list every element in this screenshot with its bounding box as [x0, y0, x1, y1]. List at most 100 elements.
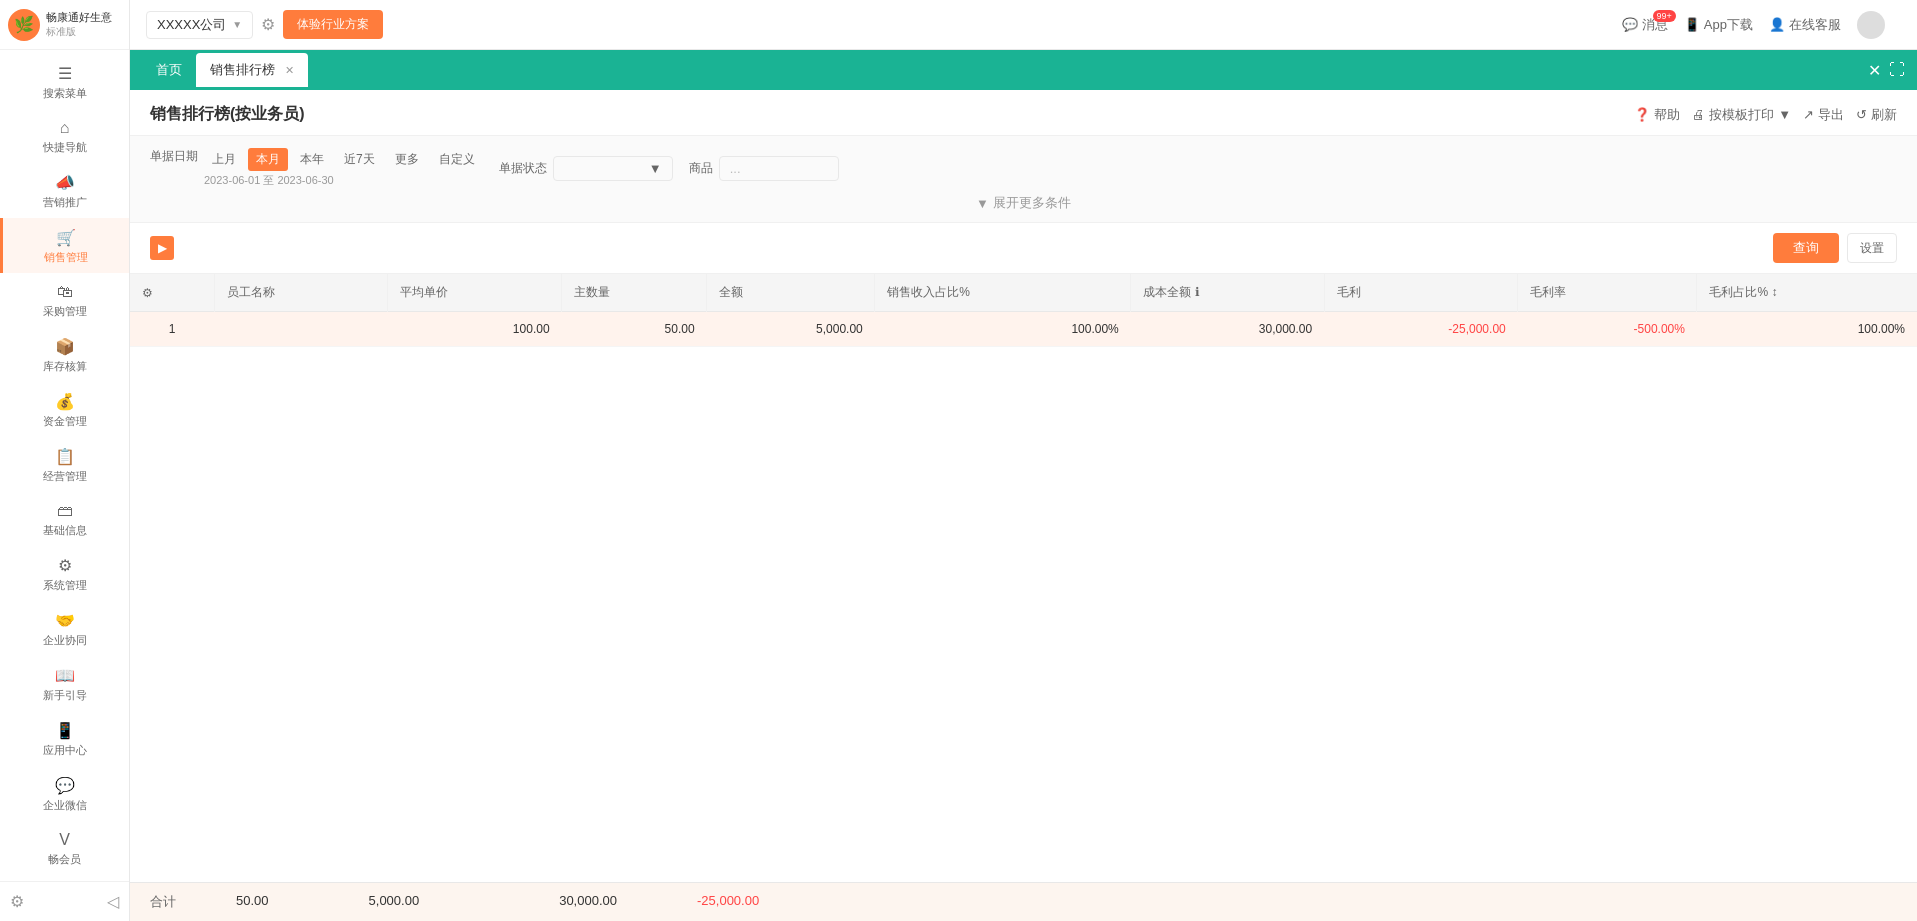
- message-badge: 99+: [1653, 10, 1676, 22]
- cell-index: 1: [130, 312, 214, 347]
- table-container: ⚙ 员工名称 平均单价 主数量 全额 销售收入占比% 成本全额 ℹ 毛利 毛利率…: [130, 274, 1917, 882]
- sidebar-item-guide[interactable]: 📖 新手引导: [0, 656, 129, 711]
- app-download-area[interactable]: 📱 App下载: [1684, 16, 1753, 34]
- company-selector[interactable]: XXXXX公司 ▼: [146, 11, 253, 39]
- sidebar-item-member[interactable]: V 畅会员: [0, 821, 129, 875]
- help-button[interactable]: ❓ 帮助: [1634, 106, 1680, 124]
- status-filter-label: 单据状态: [499, 160, 547, 177]
- date-tab-more[interactable]: 更多: [387, 148, 427, 171]
- cell-avg-price: 100.00: [388, 312, 562, 347]
- tab-sales-ranking-label: 销售排行榜: [210, 61, 275, 79]
- sidebar-item-search[interactable]: ☰ 搜索菜单: [0, 54, 129, 109]
- filter-row: 单据日期 上月 本月 本年 近7天 更多 自定义 2023-06-01 至 20…: [150, 148, 1897, 188]
- message-icon: 💬: [1622, 17, 1638, 32]
- col-name: 员工名称: [214, 274, 388, 312]
- goods-filter: 商品 ...: [689, 156, 839, 181]
- collapse-icon[interactable]: ◁: [107, 892, 119, 911]
- cell-total: 5,000.00: [707, 312, 875, 347]
- action-bar-right: 查询 设置: [1773, 233, 1897, 263]
- sidebar-item-enterprise[interactable]: 🤝 企业协同: [0, 601, 129, 656]
- page-header: 销售排行榜(按业务员) ❓ 帮助 🖨 按模板打印 ▼ ↗ 导出: [130, 90, 1917, 136]
- print-dropdown-arrow: ▼: [1778, 107, 1791, 122]
- system-nav-icon: ⚙: [58, 556, 72, 575]
- footer-label: 合计: [150, 893, 176, 911]
- trial-button[interactable]: 体验行业方案: [283, 10, 383, 39]
- system-nav-label: 系统管理: [43, 578, 87, 593]
- sidebar-item-purchase[interactable]: 🛍 采购管理: [0, 273, 129, 327]
- apps-nav-label: 应用中心: [43, 743, 87, 758]
- topbar-right: 💬 消息 99+ 📱 App下载 👤 在线客服: [1622, 11, 1901, 39]
- date-tab-7days[interactable]: 近7天: [336, 148, 383, 171]
- sidebar-item-weixin[interactable]: 💬 企业微信: [0, 766, 129, 821]
- guide-nav-icon: 📖: [55, 666, 75, 685]
- refresh-button[interactable]: ↺ 刷新: [1856, 106, 1897, 124]
- user-avatar[interactable]: [1857, 11, 1885, 39]
- date-filter-label: 单据日期: [150, 148, 198, 165]
- company-name: XXXXX公司: [157, 16, 226, 34]
- export-button[interactable]: ↗ 导出: [1803, 106, 1844, 124]
- sidebar: 🌿 畅康通好生意 标准版 ☰ 搜索菜单 ⌂ 快捷导航 📣 营销推广 🛒 销售管理…: [0, 0, 130, 921]
- topbar-settings-icon[interactable]: ⚙: [261, 15, 275, 34]
- tab-close-icon[interactable]: ✕: [285, 64, 294, 77]
- online-service-area[interactable]: 👤 在线客服: [1769, 16, 1841, 34]
- sidebar-item-marketing[interactable]: 📣 营销推广: [0, 163, 129, 218]
- goods-input[interactable]: ...: [719, 156, 839, 181]
- col-main-qty: 主数量: [562, 274, 707, 312]
- weixin-nav-icon: 💬: [55, 776, 75, 795]
- search-nav-label: 搜索菜单: [43, 86, 87, 101]
- sidebar-item-quick-nav[interactable]: ⌂ 快捷导航: [0, 109, 129, 163]
- action-bar-left: ▶: [150, 236, 174, 260]
- settings-icon[interactable]: ⚙: [10, 892, 24, 911]
- print-button[interactable]: 🖨 按模板打印 ▼: [1692, 106, 1791, 124]
- sidebar-item-sales[interactable]: 🛒 销售管理: [0, 218, 129, 273]
- marketing-nav-label: 营销推广: [43, 195, 87, 210]
- date-filter: 单据日期 上月 本月 本年 近7天 更多 自定义 2023-06-01 至 20…: [150, 148, 483, 188]
- date-tab-last-month[interactable]: 上月: [204, 148, 244, 171]
- page-header-actions: ❓ 帮助 🖨 按模板打印 ▼ ↗ 导出 ↺ 刷新: [1634, 106, 1897, 124]
- enterprise-nav-icon: 🤝: [55, 611, 75, 630]
- sidebar-item-system[interactable]: ⚙ 系统管理: [0, 546, 129, 601]
- page-content: 销售排行榜(按业务员) ❓ 帮助 🖨 按模板打印 ▼ ↗ 导出: [130, 90, 1917, 921]
- tab-close-all-button[interactable]: ✕: [1868, 61, 1881, 80]
- app-download-icon: 📱: [1684, 17, 1700, 32]
- table-footer: 合计 50.00 5,000.00 30,000.00 -25,000.00: [130, 882, 1917, 921]
- tabbar: 首页 销售排行榜 ✕ ✕ ⛶: [130, 50, 1917, 90]
- company-dropdown-arrow: ▼: [232, 19, 242, 30]
- date-tabs: 上月 本月 本年 近7天 更多 自定义: [204, 148, 483, 171]
- sidebar-item-finance[interactable]: 💰 资金管理: [0, 382, 129, 437]
- date-tab-this-year[interactable]: 本年: [292, 148, 332, 171]
- operations-nav-icon: 📋: [55, 447, 75, 466]
- table-header-row: ⚙ 员工名称 平均单价 主数量 全额 销售收入占比% 成本全额 ℹ 毛利 毛利率…: [130, 274, 1917, 312]
- main-area: XXXXX公司 ▼ ⚙ 体验行业方案 💬 消息 99+ 📱 App下载 👤 在线…: [130, 0, 1917, 921]
- footer-profit-val: -25,000.00: [697, 893, 759, 911]
- query-button[interactable]: 查询: [1773, 233, 1839, 263]
- message-icon-area[interactable]: 💬 消息 99+: [1622, 16, 1668, 34]
- sidebar-item-basic-info[interactable]: 🗃 基础信息: [0, 492, 129, 546]
- refresh-icon: ↺: [1856, 107, 1867, 122]
- collapse-filter-button[interactable]: ▶: [150, 236, 174, 260]
- purchase-nav-icon: 🛍: [57, 283, 73, 301]
- settings-side-button[interactable]: 设置: [1847, 233, 1897, 263]
- quick-nav-nav-icon: ⌂: [60, 119, 70, 137]
- date-tab-custom[interactable]: 自定义: [431, 148, 483, 171]
- expand-filter-button[interactable]: ▼ 展开更多条件: [976, 194, 1071, 212]
- cell-profit: -25,000.00: [1324, 312, 1518, 347]
- export-icon: ↗: [1803, 107, 1814, 122]
- basic-info-nav-label: 基础信息: [43, 523, 87, 538]
- date-tab-this-month[interactable]: 本月: [248, 148, 288, 171]
- sidebar-logo: 🌿 畅康通好生意 标准版: [0, 0, 129, 50]
- table-row: 1 100.00 50.00 5,000.00 100.00% 30,000.0…: [130, 312, 1917, 347]
- status-select[interactable]: ▼: [553, 156, 673, 181]
- tab-expand-button[interactable]: ⛶: [1889, 61, 1905, 80]
- col-settings: ⚙: [130, 274, 214, 312]
- page-inner: 销售排行榜(按业务员) ❓ 帮助 🖨 按模板打印 ▼ ↗ 导出: [130, 90, 1917, 921]
- sidebar-item-operations[interactable]: 📋 经营管理: [0, 437, 129, 492]
- sidebar-item-inventory[interactable]: 📦 库存核算: [0, 327, 129, 382]
- app-logo-icon: 🌿: [8, 9, 40, 41]
- guide-nav-label: 新手引导: [43, 688, 87, 703]
- tab-home[interactable]: 首页: [142, 53, 196, 87]
- purchase-nav-label: 采购管理: [43, 304, 87, 319]
- tab-sales-ranking[interactable]: 销售排行榜 ✕: [196, 53, 308, 87]
- sidebar-item-apps[interactable]: 📱 应用中心: [0, 711, 129, 766]
- weixin-nav-label: 企业微信: [43, 798, 87, 813]
